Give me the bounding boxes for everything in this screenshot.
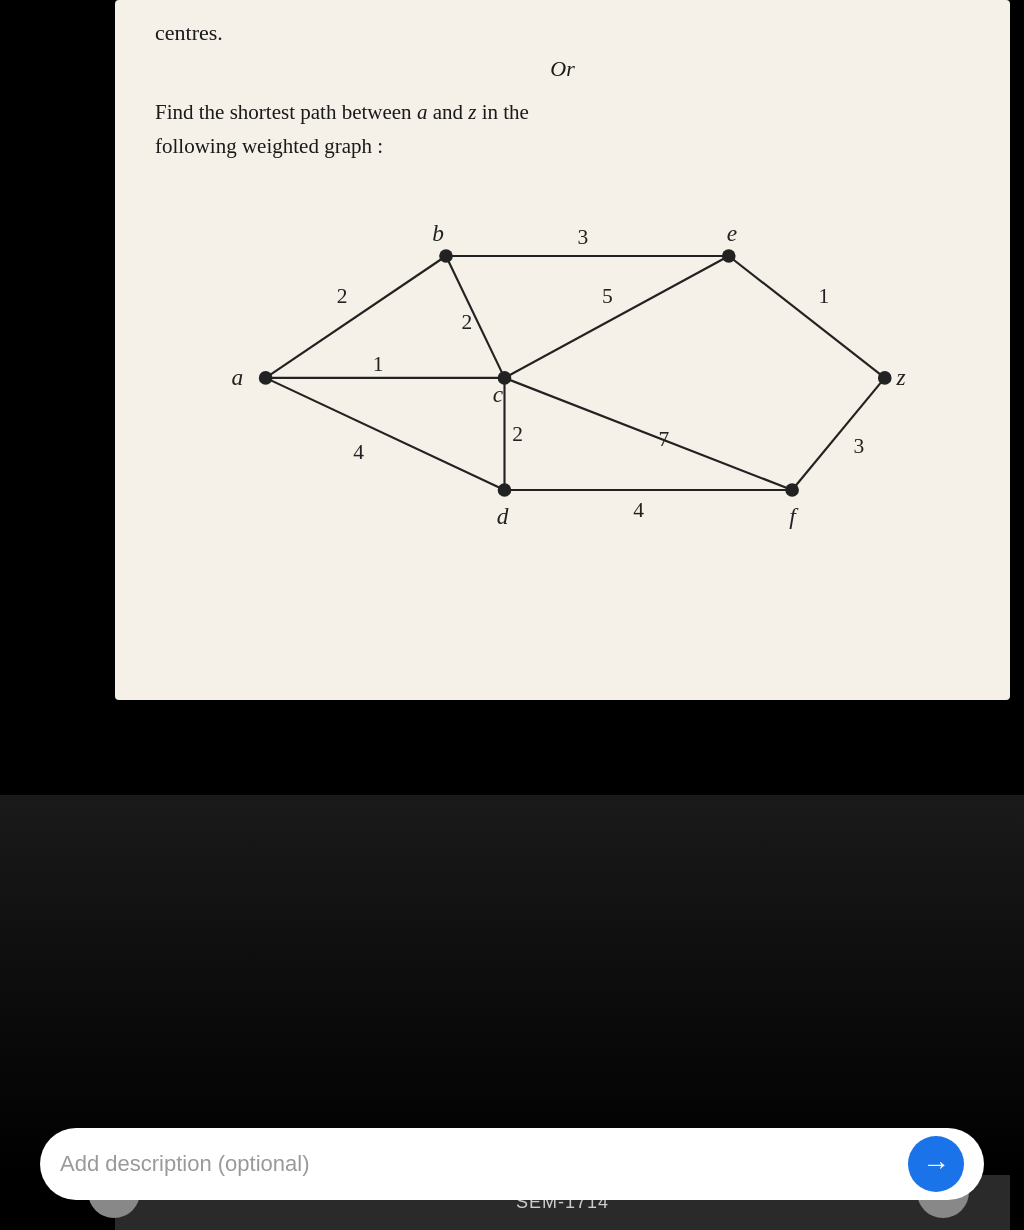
or-label: Or: [155, 56, 970, 82]
svg-line-10: [792, 378, 885, 490]
weight-ad: 4: [353, 440, 364, 464]
paper-area: centres. Or Find the shortest path betwe…: [115, 0, 1010, 700]
question-text: Find the shortest path between a and z i…: [155, 96, 970, 163]
weight-ac: 1: [372, 352, 383, 376]
weight-ez: 1: [818, 284, 829, 308]
weight-be: 3: [577, 225, 588, 249]
svg-line-2: [265, 378, 504, 490]
svg-line-7: [504, 378, 792, 490]
weight-df: 4: [633, 498, 644, 522]
paper-content: centres. Or Find the shortest path betwe…: [115, 0, 1010, 700]
submit-button[interactable]: →: [908, 1136, 964, 1192]
weight-cd: 2: [512, 422, 523, 446]
weight-fz: 3: [853, 434, 864, 458]
label-d: d: [496, 503, 508, 529]
label-c: c: [492, 381, 503, 407]
graph-container: 2 1 4 2 3 2 5 7 4 1 3: [173, 183, 953, 563]
node-f: [785, 483, 799, 497]
weight-cf: 7: [658, 427, 669, 451]
node-a: [258, 371, 272, 385]
label-e: e: [726, 221, 736, 247]
weight-ce: 5: [602, 284, 613, 308]
node-d: [497, 483, 511, 497]
svg-line-6: [504, 256, 728, 378]
input-bar[interactable]: Add description (optional) →: [40, 1128, 984, 1200]
label-a: a: [231, 364, 243, 390]
weight-ab: 2: [336, 284, 347, 308]
node-e: [721, 249, 735, 263]
var-a: a: [417, 100, 428, 124]
arrow-icon: →: [922, 1148, 950, 1180]
svg-line-3: [446, 256, 505, 378]
centres-text: centres.: [155, 20, 970, 46]
svg-line-9: [728, 256, 884, 378]
question-line2: following weighted graph :: [155, 134, 383, 158]
graph-svg: 2 1 4 2 3 2 5 7 4 1 3: [173, 183, 953, 563]
node-z: [877, 371, 891, 385]
node-b: [439, 249, 453, 263]
label-b: b: [432, 221, 444, 247]
svg-line-0: [265, 256, 445, 378]
label-f: f: [789, 503, 799, 529]
question-part1: Find the shortest path between: [155, 100, 417, 124]
dark-bottom: [0, 795, 1024, 1175]
question-part3: in the: [476, 100, 529, 124]
weight-bc: 2: [461, 310, 472, 334]
question-part2: and: [427, 100, 468, 124]
label-z: z: [895, 364, 905, 390]
input-placeholder: Add description (optional): [60, 1151, 908, 1177]
